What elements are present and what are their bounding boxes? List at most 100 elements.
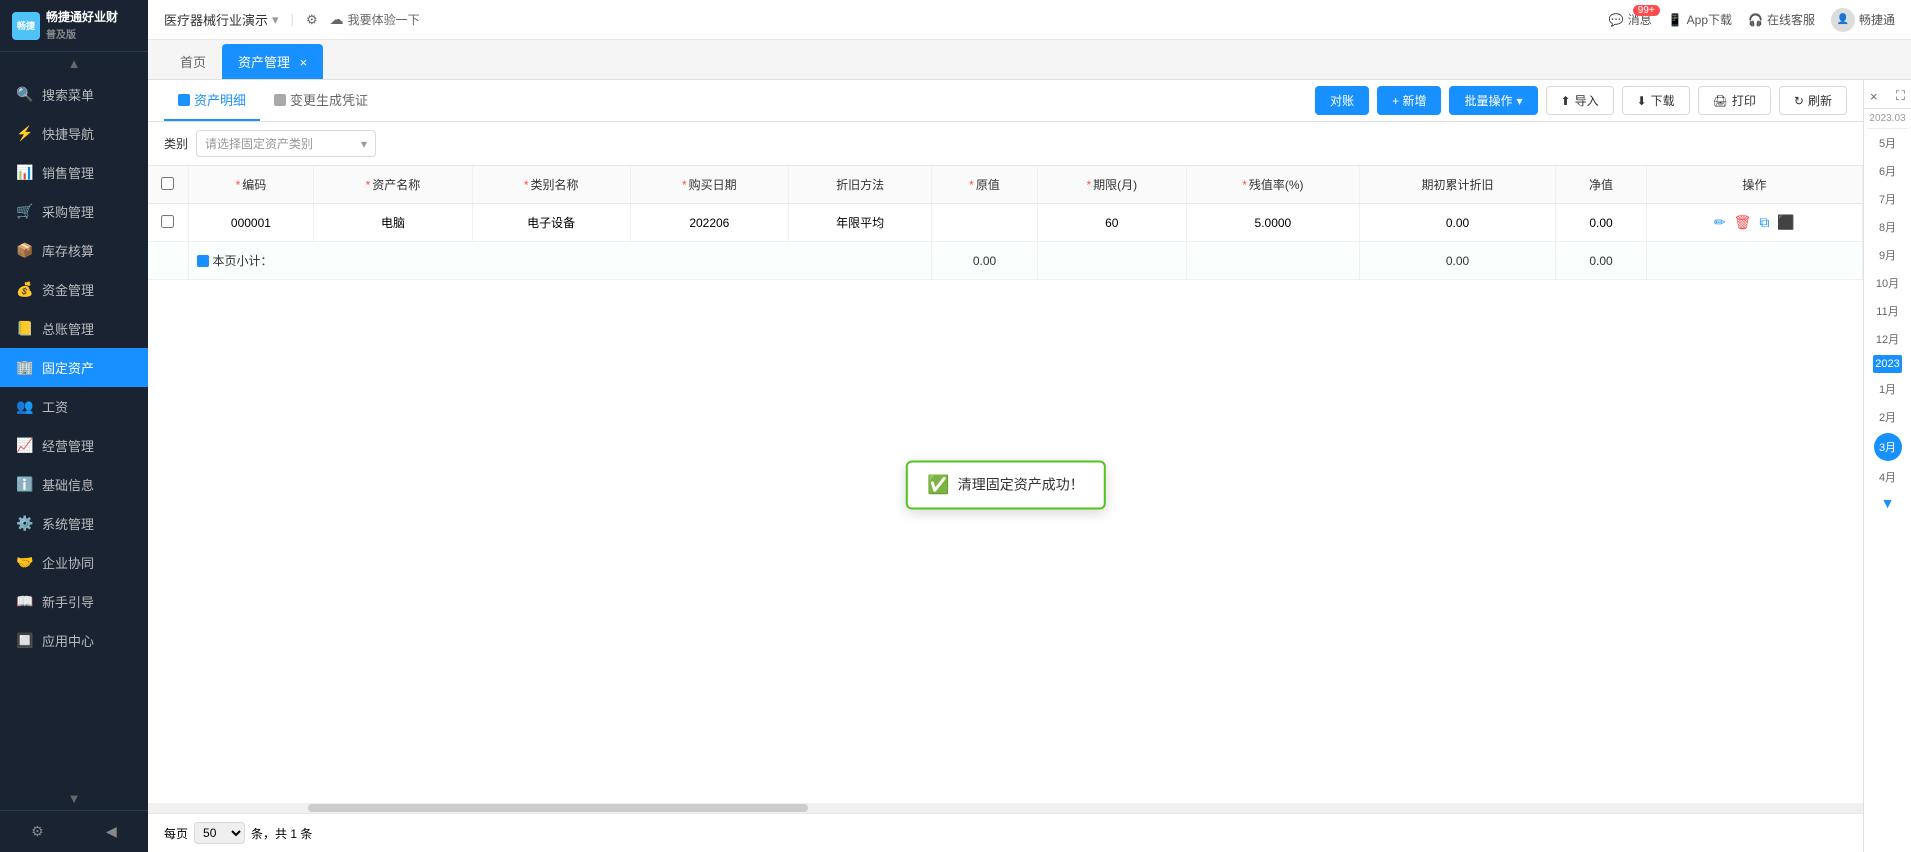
sidebar-item-search[interactable]: 🔍 搜索菜单 [0, 75, 148, 114]
edit-icon[interactable]: ✏ [1714, 214, 1726, 231]
month-11[interactable]: 11月 [1864, 297, 1911, 325]
month-10[interactable]: 10月 [1864, 269, 1911, 297]
month-6[interactable]: 6月 [1864, 157, 1911, 185]
tab-asset-management[interactable]: 资产管理 × [222, 44, 323, 79]
print-label: 打印 [1732, 92, 1756, 109]
sidebar-item-fixed-assets[interactable]: 🏢 固定资产 [0, 348, 148, 387]
print-button[interactable]: 🖨 打印 [1698, 86, 1771, 115]
reconcile-button[interactable]: 对账 [1315, 86, 1369, 115]
settings-button[interactable]: ⚙ [23, 819, 52, 844]
fixed-assets-icon: 🏢 [16, 359, 34, 377]
horizontal-scrollbar[interactable] [148, 803, 1863, 813]
messages-button[interactable]: 💬 消息 99+ [1609, 11, 1652, 28]
cell-period: 60 [1037, 204, 1186, 242]
subtotal-row: 本页小计： 0.00 0.00 0.00 [148, 242, 1863, 280]
category-select[interactable]: 请选择固定资产类别 ▾ [196, 130, 376, 157]
col-header-net-value: 净值 [1556, 166, 1647, 204]
col-header-asset-name: *资产名称 [314, 166, 472, 204]
month-2[interactable]: 2月 [1864, 403, 1911, 431]
right-panel-close-icon[interactable]: × [1870, 89, 1878, 104]
sidebar-item-payroll[interactable]: 👥 工资 [0, 387, 148, 426]
sidebar-item-apps[interactable]: 🔲 应用中心 [0, 621, 148, 660]
online-service-button[interactable]: 🎧 在线客服 [1748, 11, 1815, 28]
cell-asset-name: 电脑 [314, 204, 472, 242]
cloud-icon: ☁ [330, 11, 344, 28]
tab-home[interactable]: 首页 [164, 44, 222, 79]
batch-button[interactable]: 批量操作 ▾ [1449, 86, 1537, 115]
app-download-button[interactable]: 📱 App下载 [1668, 11, 1732, 28]
search-icon: 🔍 [16, 86, 34, 104]
batch-label: 批量操作 [1464, 92, 1512, 109]
assets-table-container: *编码 *资产名称 *类别名称 *购买日期 折旧方法 *原值 *期限(月) *残… [148, 166, 1863, 803]
settings-gear-icon[interactable]: ⚙ [306, 12, 318, 28]
import-label: 导入 [1575, 92, 1599, 109]
sidebar-item-finance[interactable]: 💰 资金管理 [0, 270, 148, 309]
user-menu-button[interactable]: 👤 畅捷通 [1831, 8, 1895, 32]
right-panel-header: × ⛶ [1864, 84, 1911, 109]
sidebar-item-label: 工资 [42, 397, 68, 416]
new-button[interactable]: + 新增 [1377, 86, 1441, 115]
sidebar-item-system[interactable]: ⚙️ 系统管理 [0, 504, 148, 543]
cooperation-icon: 🤝 [16, 554, 34, 572]
print-icon: 🖨 [1713, 94, 1728, 108]
experience-button[interactable]: ☁ 我要体验一下 [330, 11, 420, 28]
row-checkbox-cell [148, 204, 188, 242]
sidebar-item-label: 系统管理 [42, 514, 94, 533]
subtotal-initial-depreciation: 0.00 [1359, 242, 1555, 280]
row-checkbox[interactable] [161, 215, 174, 228]
online-service-label: 在线客服 [1767, 11, 1815, 28]
month-3-current[interactable]: 3月 [1874, 433, 1902, 461]
month-4[interactable]: 4月 [1864, 463, 1911, 491]
sub-tab-change-voucher[interactable]: 变更生成凭证 [260, 80, 382, 121]
month-7[interactable]: 7月 [1864, 185, 1911, 213]
import-button[interactable]: ⬆ 导入 [1546, 86, 1614, 115]
sidebar-item-label: 基础信息 [42, 475, 94, 494]
per-page-label: 每页 [164, 825, 188, 842]
sidebar-item-label: 采购管理 [42, 202, 94, 221]
sidebar-item-inventory[interactable]: 📦 库存核算 [0, 231, 148, 270]
sub-tab-asset-detail[interactable]: 资产明细 [164, 80, 260, 121]
delete-icon[interactable]: 🗑 [1734, 214, 1752, 231]
sidebar-item-guide[interactable]: 📖 新手引导 [0, 582, 148, 621]
sidebar-item-cooperation[interactable]: 🤝 企业协同 [0, 543, 148, 582]
tab-close-icon[interactable]: × [300, 55, 308, 70]
collapse-sidebar-button[interactable]: ◀ [98, 819, 125, 844]
company-selector[interactable]: 医疗器械行业演示 ▾ [164, 10, 279, 29]
month-5[interactable]: 5月 [1864, 129, 1911, 157]
sidebar-item-basic-info[interactable]: ℹ️ 基础信息 [0, 465, 148, 504]
select-all-checkbox[interactable] [161, 177, 174, 190]
download-button[interactable]: ⬇ 下载 [1622, 86, 1690, 115]
change-voucher-icon [274, 94, 286, 106]
calendar-expand-icon[interactable]: ▼ [1881, 495, 1895, 511]
month-9[interactable]: 9月 [1864, 241, 1911, 269]
sidebar-item-quick-nav[interactable]: ⚡ 快捷导航 [0, 114, 148, 153]
per-page-select[interactable]: 50 100 [194, 822, 245, 844]
sidebar-item-label: 销售管理 [42, 163, 94, 182]
message-icon: 💬 [1609, 13, 1624, 27]
sidebar-item-ledger[interactable]: 📒 总账管理 [0, 309, 148, 348]
tab-active-label: 资产管理 [238, 55, 290, 70]
sidebar-item-label: 快捷导航 [42, 124, 94, 143]
col-header-actions: 操作 [1646, 166, 1862, 204]
refresh-label: 刷新 [1808, 92, 1832, 109]
company-dropdown-icon: ▾ [272, 12, 279, 28]
scrollbar-thumb[interactable] [308, 804, 808, 812]
copy-icon[interactable]: ⧉ [1759, 214, 1769, 231]
refresh-button[interactable]: ↻ 刷新 [1779, 86, 1847, 115]
company-name: 医疗器械行业演示 [164, 10, 268, 29]
payroll-icon: 👥 [16, 398, 34, 416]
sidebar-item-operations[interactable]: 📈 经营管理 [0, 426, 148, 465]
sidebar-scroll-up[interactable]: ▲ [0, 52, 148, 75]
right-panel-expand-icon[interactable]: ⛶ [1896, 88, 1905, 104]
month-12[interactable]: 12月 [1864, 325, 1911, 353]
category-filter-label: 类别 [164, 135, 188, 152]
more-icon[interactable]: ⬛ [1777, 214, 1794, 231]
month-1[interactable]: 1月 [1864, 375, 1911, 403]
sidebar-item-purchase[interactable]: 🛒 采购管理 [0, 192, 148, 231]
sidebar-scroll-down[interactable]: ▼ [0, 787, 148, 810]
topbar-right: 💬 消息 99+ 📱 App下载 🎧 在线客服 👤 畅捷通 [1609, 8, 1895, 32]
month-8[interactable]: 8月 [1864, 213, 1911, 241]
cell-depreciation-method: 年限平均 [788, 204, 931, 242]
sidebar-item-sales[interactable]: 📊 销售管理 [0, 153, 148, 192]
sidebar-item-label: 资金管理 [42, 280, 94, 299]
